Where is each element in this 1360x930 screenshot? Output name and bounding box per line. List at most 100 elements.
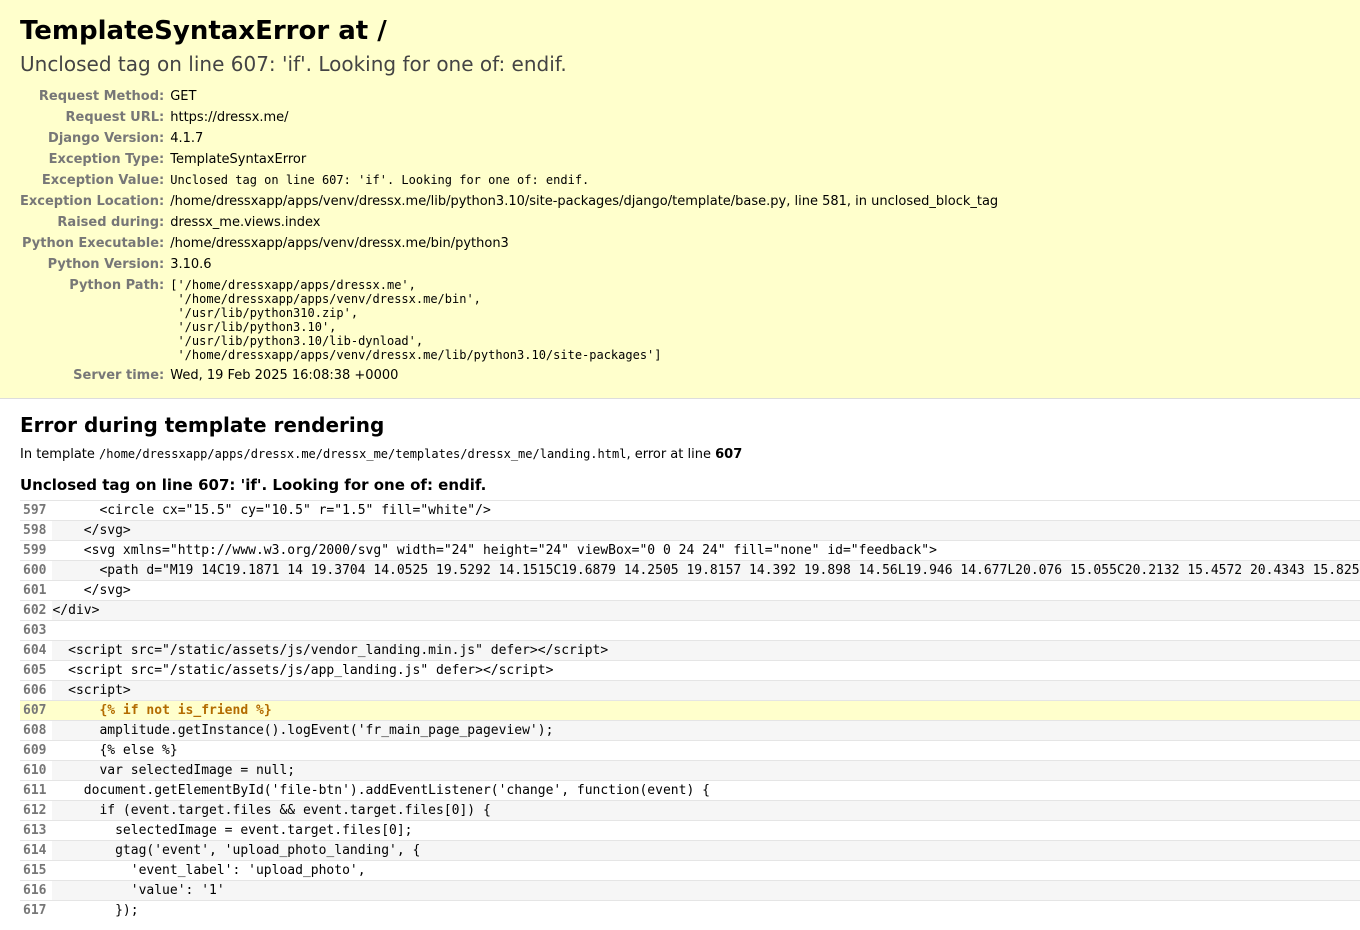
- line-number: 607: [20, 701, 52, 721]
- meta-label: Request URL:: [20, 107, 170, 128]
- template-error-heading: Error during template rendering: [20, 413, 1340, 437]
- meta-label: Raised during:: [20, 212, 170, 233]
- line-number: 597: [20, 501, 52, 521]
- line-number: 604: [20, 641, 52, 661]
- meta-label: Django Version:: [20, 128, 170, 149]
- error-subtitle: Unclosed tag on line 607: 'if'. Looking …: [20, 52, 1340, 76]
- code-row: 603: [20, 621, 1360, 641]
- meta-value: Wed, 19 Feb 2025 16:08:38 +0000: [170, 365, 998, 386]
- line-source: if (event.target.files && event.target.f…: [52, 801, 1360, 821]
- code-row: 600 <path d="M19 14C19.1871 14 19.3704 1…: [20, 561, 1360, 581]
- line-number: 610: [20, 761, 52, 781]
- line-number: 598: [20, 521, 52, 541]
- code-row: 613 selectedImage = event.target.files[0…: [20, 821, 1360, 841]
- line-number: 600: [20, 561, 52, 581]
- line-number: 615: [20, 861, 52, 881]
- code-row: 610 var selectedImage = null;: [20, 761, 1360, 781]
- code-row: 616 'value': '1': [20, 881, 1360, 901]
- line-source: 'value': '1': [52, 881, 1360, 901]
- meta-label: Python Executable:: [20, 233, 170, 254]
- line-number: 616: [20, 881, 52, 901]
- meta-label: Exception Location:: [20, 191, 170, 212]
- source-code-table: 597 <circle cx="15.5" cy="10.5" r="1.5" …: [20, 500, 1360, 920]
- error-summary: TemplateSyntaxError at / Unclosed tag on…: [0, 0, 1360, 399]
- template-path: /home/dressxapp/apps/dressx.me/dressx_me…: [99, 447, 626, 461]
- line-source: <script>: [52, 681, 1360, 701]
- line-source: <svg xmlns="http://www.w3.org/2000/svg" …: [52, 541, 1360, 561]
- line-source: 'event_label': 'upload_photo',: [52, 861, 1360, 881]
- line-source: amplitude.getInstance().logEvent('fr_mai…: [52, 721, 1360, 741]
- meta-value: /home/dressxapp/apps/venv/dressx.me/bin/…: [170, 233, 998, 254]
- meta-value: ['/home/dressxapp/apps/dressx.me', '/hom…: [170, 275, 998, 365]
- template-error-intro: In template /home/dressxapp/apps/dressx.…: [20, 447, 1340, 462]
- line-source: gtag('event', 'upload_photo_landing', {: [52, 841, 1360, 861]
- meta-value: Unclosed tag on line 607: 'if'. Looking …: [170, 170, 998, 191]
- line-source: <path d="M19 14C19.1871 14 19.3704 14.05…: [52, 561, 1360, 581]
- meta-row: Python Version:3.10.6: [20, 254, 998, 275]
- code-row: 604 <script src="/static/assets/js/vendo…: [20, 641, 1360, 661]
- line-number: 599: [20, 541, 52, 561]
- code-row: 602</div>: [20, 601, 1360, 621]
- code-row: 617 });: [20, 901, 1360, 921]
- line-source: {% if not is_friend %}: [52, 701, 1360, 721]
- meta-row: Raised during:dressx_me.views.index: [20, 212, 998, 233]
- code-row: 606 <script>: [20, 681, 1360, 701]
- line-number: 609: [20, 741, 52, 761]
- line-source: </svg>: [52, 521, 1360, 541]
- meta-label: Exception Type:: [20, 149, 170, 170]
- line-source: document.getElementById('file-btn').addE…: [52, 781, 1360, 801]
- meta-value: 4.1.7: [170, 128, 998, 149]
- code-row: 601 </svg>: [20, 581, 1360, 601]
- line-number: 601: [20, 581, 52, 601]
- code-row: 599 <svg xmlns="http://www.w3.org/2000/s…: [20, 541, 1360, 561]
- error-title: TemplateSyntaxError at /: [20, 16, 1340, 46]
- line-number: 613: [20, 821, 52, 841]
- line-source: [52, 621, 1360, 641]
- line-number: 614: [20, 841, 52, 861]
- code-row: 615 'event_label': 'upload_photo',: [20, 861, 1360, 881]
- meta-row: Python Executable:/home/dressxapp/apps/v…: [20, 233, 998, 254]
- code-row: 609 {% else %}: [20, 741, 1360, 761]
- meta-label: Python Version:: [20, 254, 170, 275]
- line-number: 612: [20, 801, 52, 821]
- meta-value: 3.10.6: [170, 254, 998, 275]
- meta-value: https://dressx.me/: [170, 107, 998, 128]
- meta-label: Request Method:: [20, 86, 170, 107]
- code-row: 598 </svg>: [20, 521, 1360, 541]
- line-number: 608: [20, 721, 52, 741]
- error-line-number: 607: [715, 447, 742, 462]
- meta-value: dressx_me.views.index: [170, 212, 998, 233]
- line-source: var selectedImage = null;: [52, 761, 1360, 781]
- line-source: {% else %}: [52, 741, 1360, 761]
- meta-row: Python Path:['/home/dressxapp/apps/dress…: [20, 275, 998, 365]
- meta-row: Exception Value:Unclosed tag on line 607…: [20, 170, 998, 191]
- meta-value: GET: [170, 86, 998, 107]
- code-row: 614 gtag('event', 'upload_photo_landing'…: [20, 841, 1360, 861]
- line-source: <script src="/static/assets/js/vendor_la…: [52, 641, 1360, 661]
- meta-row: Server time:Wed, 19 Feb 2025 16:08:38 +0…: [20, 365, 998, 386]
- line-number: 606: [20, 681, 52, 701]
- template-error-message: Unclosed tag on line 607: 'if'. Looking …: [20, 476, 1340, 494]
- line-number: 602: [20, 601, 52, 621]
- meta-value: TemplateSyntaxError: [170, 149, 998, 170]
- line-source: selectedImage = event.target.files[0];: [52, 821, 1360, 841]
- line-number: 617: [20, 901, 52, 921]
- code-row: 612 if (event.target.files && event.targ…: [20, 801, 1360, 821]
- line-source: });: [52, 901, 1360, 921]
- meta-label: Exception Value:: [20, 170, 170, 191]
- error-meta-table: Request Method:GETRequest URL:https://dr…: [20, 86, 998, 386]
- meta-row: Request URL:https://dressx.me/: [20, 107, 998, 128]
- code-row: 611 document.getElementById('file-btn').…: [20, 781, 1360, 801]
- meta-row: Exception Location:/home/dressxapp/apps/…: [20, 191, 998, 212]
- meta-label: Server time:: [20, 365, 170, 386]
- meta-label: Python Path:: [20, 275, 170, 365]
- line-source: <circle cx="15.5" cy="10.5" r="1.5" fill…: [52, 501, 1360, 521]
- line-source: </div>: [52, 601, 1360, 621]
- code-row: 607 {% if not is_friend %}: [20, 701, 1360, 721]
- meta-row: Django Version:4.1.7: [20, 128, 998, 149]
- line-number: 603: [20, 621, 52, 641]
- line-source: </svg>: [52, 581, 1360, 601]
- line-number: 611: [20, 781, 52, 801]
- meta-row: Exception Type:TemplateSyntaxError: [20, 149, 998, 170]
- code-row: 608 amplitude.getInstance().logEvent('fr…: [20, 721, 1360, 741]
